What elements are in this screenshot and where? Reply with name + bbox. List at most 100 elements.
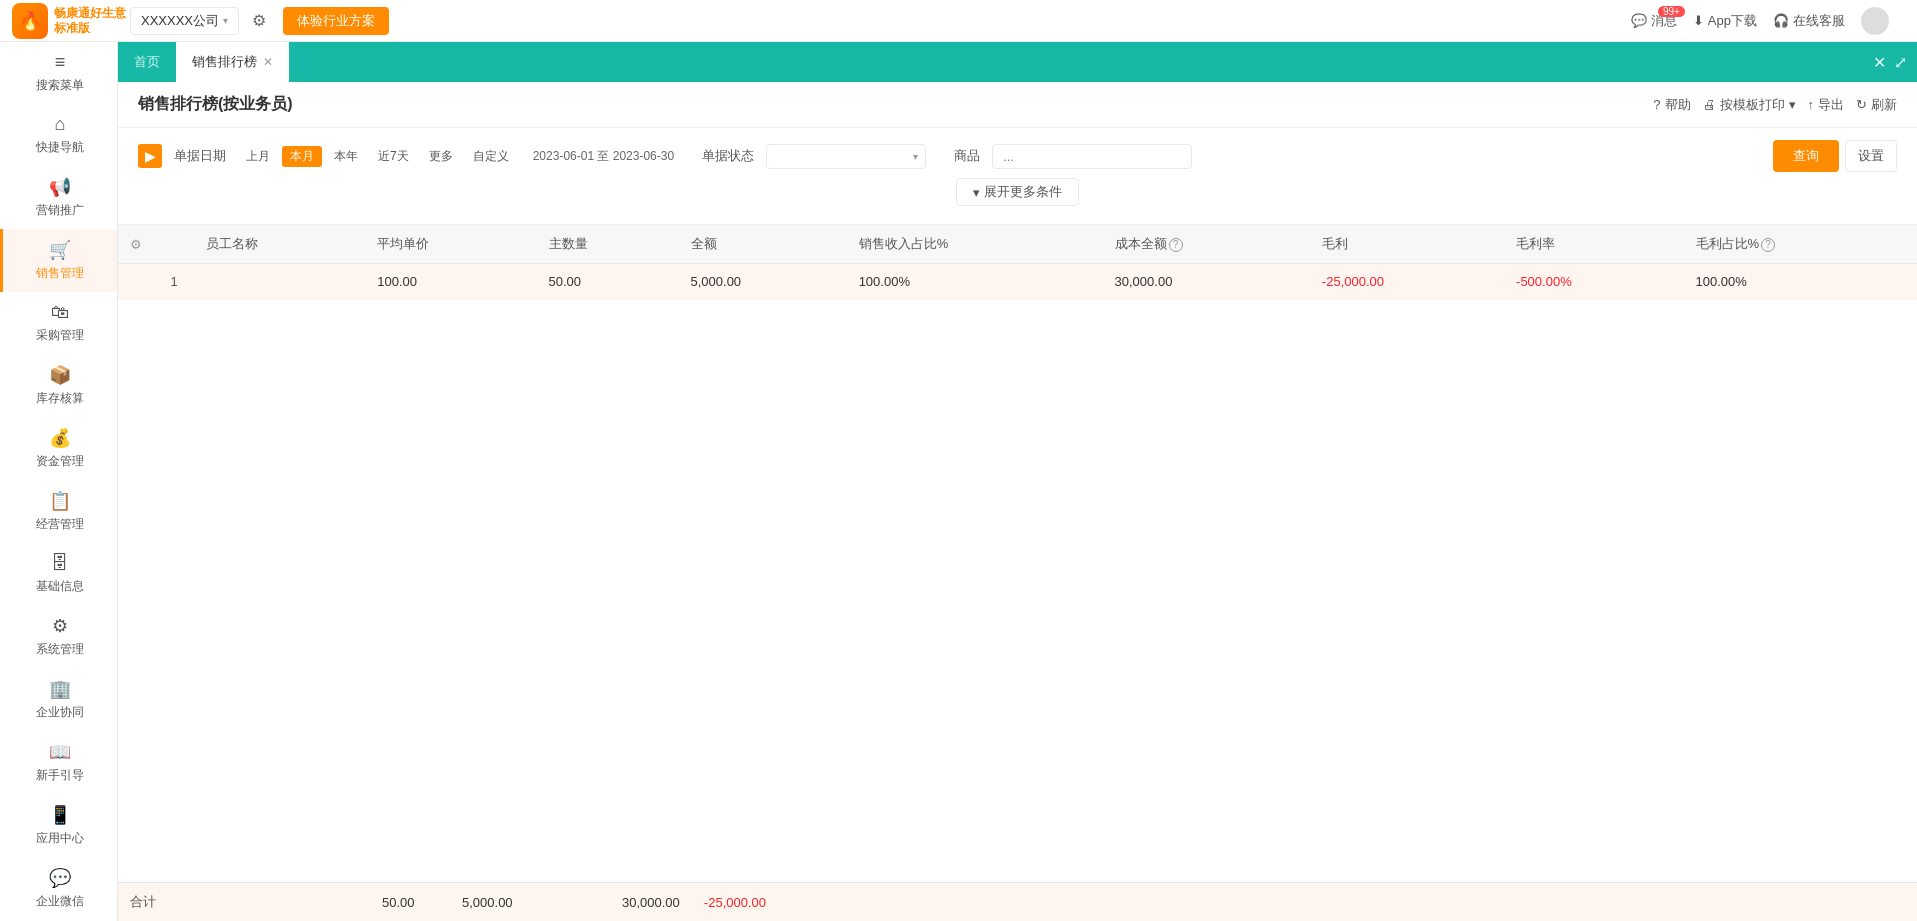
sidebar-item-system[interactable]: ⚙ 系统管理 <box>0 605 117 668</box>
tab-close-window-icon[interactable]: ✕ <box>1873 53 1886 72</box>
expand-more-button[interactable]: ▾ 展开更多条件 <box>956 178 1079 206</box>
avatar[interactable] <box>1861 7 1889 35</box>
logo: 🔥 畅康通好生意 标准版 <box>12 3 130 39</box>
date-tab-this-month[interactable]: 本月 <box>282 146 322 167</box>
date-tab-more[interactable]: 更多 <box>421 146 461 167</box>
th-profit-pct: 毛利占比%? <box>1684 225 1917 264</box>
message-badge: 99+ <box>1658 6 1685 17</box>
sales-icon: 🛒 <box>49 239 71 261</box>
date-tab-this-year[interactable]: 本年 <box>326 146 366 167</box>
date-tab-last-month[interactable]: 上月 <box>238 146 278 167</box>
logo-icon: 🔥 <box>12 3 48 39</box>
sidebar-item-label: 应用中心 <box>36 830 84 847</box>
refresh-button[interactable]: ↻ 刷新 <box>1856 96 1897 114</box>
settings-icon[interactable]: ⚙ <box>245 7 273 35</box>
wechat-icon: 💬 <box>49 867 71 889</box>
app-download-button[interactable]: ⬇ App下载 <box>1693 12 1757 30</box>
tab-sales-rank[interactable]: 销售排行榜 ✕ <box>176 42 289 82</box>
cost-info-icon[interactable]: ? <box>1169 238 1183 252</box>
sidebar-item-label: 销售管理 <box>36 265 84 282</box>
sidebar-item-search[interactable]: ≡ 搜索菜单 <box>0 42 117 104</box>
sidebar-item-operations[interactable]: 📋 经营管理 <box>0 480 117 543</box>
sidebar-item-inventory[interactable]: 📦 库存核算 <box>0 354 117 417</box>
export-button[interactable]: ↑ 导出 <box>1808 96 1845 114</box>
table-footer: 合计 50.00 5,000.00 30,000.00 -25,000.00 <box>118 882 1917 921</box>
date-tab-7-days[interactable]: 近7天 <box>370 146 417 167</box>
download-icon: ⬇ <box>1693 13 1704 28</box>
trial-button[interactable]: 体验行业方案 <box>283 7 389 35</box>
template-print-button[interactable]: 🖨 按模板打印 ▾ <box>1703 96 1796 114</box>
th-employee-name: 员工名称 <box>194 225 365 264</box>
sidebar-item-purchase[interactable]: 🛍 采购管理 <box>0 292 117 354</box>
date-tabs: 上月 本月 本年 近7天 更多 自定义 <box>238 146 517 167</box>
cell-settings <box>118 264 154 300</box>
cell-profit-rate: -500.00% <box>1504 264 1684 300</box>
table-header-row: ⚙ 员工名称 平均单价 主数量 全额 销售收入占比% 成本全额? 毛利 毛利率 … <box>118 225 1917 264</box>
content-area: 首页 销售排行榜 ✕ ✕ ⤢ 销售排行榜(按业务员) ? 帮助 <box>118 42 1917 921</box>
status-label: 单据状态 <box>702 147 754 165</box>
sidebar-item-quick-nav[interactable]: ⌂ 快捷导航 <box>0 104 117 166</box>
th-amount: 全额 <box>679 225 847 264</box>
headset-icon: 🎧 <box>1773 13 1789 28</box>
app-center-icon: 📱 <box>49 804 71 826</box>
th-cost: 成本全额? <box>1103 225 1310 264</box>
cell-profit-pct: 100.00% <box>1684 264 1917 300</box>
sidebar-item-guide[interactable]: 📖 新手引导 <box>0 731 117 794</box>
status-select-wrapper[interactable] <box>766 144 926 169</box>
filter-collapse-button[interactable]: ▶ <box>138 144 162 168</box>
company-selector[interactable]: XXXXXX公司 ▾ <box>130 7 239 35</box>
expand-more-row: ▾ 展开更多条件 <box>138 172 1897 212</box>
filter-row-1: ▶ 单据日期 上月 本月 本年 近7天 更多 自定义 2023-06-01 至 … <box>138 140 1897 172</box>
help-button[interactable]: ? 帮助 <box>1653 96 1690 114</box>
cell-employee-name <box>194 264 365 300</box>
finance-icon: 💰 <box>49 427 71 449</box>
footer-cells: 50.00 5,000.00 30,000.00 -25,000.00 <box>290 895 1905 910</box>
export-icon: ↑ <box>1808 97 1815 112</box>
search-button[interactable]: 查询 <box>1773 140 1839 172</box>
cell-amount: 5,000.00 <box>679 264 847 300</box>
online-service-button[interactable]: 🎧 在线客服 <box>1773 12 1845 30</box>
filter-bar: ▶ 单据日期 上月 本月 本年 近7天 更多 自定义 2023-06-01 至 … <box>118 128 1917 225</box>
help-icon: ? <box>1653 97 1660 112</box>
footer-amount: 5,000.00 <box>450 895 530 910</box>
goods-input[interactable] <box>992 144 1192 169</box>
profit-pct-info-icon[interactable]: ? <box>1761 238 1775 252</box>
table-container: ⚙ 员工名称 平均单价 主数量 全额 销售收入占比% 成本全额? 毛利 毛利率 … <box>118 225 1917 882</box>
tab-home[interactable]: 首页 <box>118 42 176 82</box>
page-content: 销售排行榜(按业务员) ? 帮助 🖨 按模板打印 ▾ ↑ 导出 <box>118 82 1917 921</box>
th-settings[interactable]: ⚙ <box>118 225 154 264</box>
sidebar-item-label: 营销推广 <box>36 202 84 219</box>
sidebar-item-label: 基础信息 <box>36 578 84 595</box>
system-icon: ⚙ <box>52 615 68 637</box>
tab-close-icon[interactable]: ✕ <box>263 55 273 69</box>
table-row: 1 100.00 50.00 5,000.00 100.00% 30,000.0… <box>118 264 1917 300</box>
th-sales-pct: 销售收入占比% <box>847 225 1103 264</box>
column-settings-icon[interactable]: ⚙ <box>130 237 142 252</box>
status-select[interactable] <box>766 144 926 169</box>
company-name: XXXXXX公司 <box>141 12 219 30</box>
tab-sales-rank-label: 销售排行榜 <box>192 53 257 71</box>
filter-settings-button[interactable]: 设置 <box>1845 140 1897 172</box>
sidebar-item-enterprise[interactable]: 🏢 企业协同 <box>0 668 117 731</box>
sidebar-item-label: 资金管理 <box>36 453 84 470</box>
sidebar-item-marketing[interactable]: 📢 营销推广 <box>0 166 117 229</box>
sidebar-item-finance[interactable]: 💰 资金管理 <box>0 417 117 480</box>
cell-profit: -25,000.00 <box>1310 264 1504 300</box>
sidebar-item-basic-info[interactable]: 🗄 基础信息 <box>0 543 117 605</box>
tab-maximize-icon[interactable]: ⤢ <box>1894 53 1907 72</box>
th-qty: 主数量 <box>537 225 679 264</box>
sidebar-item-wechat[interactable]: 💬 企业微信 <box>0 857 117 920</box>
page-title: 销售排行榜(按业务员) <box>138 94 293 115</box>
sidebar-item-label: 快捷导航 <box>36 139 84 156</box>
guide-icon: 📖 <box>49 741 71 763</box>
sidebar-item-label: 搜索菜单 <box>36 77 84 94</box>
sidebar-item-app-center[interactable]: 📱 应用中心 <box>0 794 117 857</box>
date-tab-custom[interactable]: 自定义 <box>465 146 517 167</box>
cell-avg-price: 100.00 <box>365 264 536 300</box>
topbar: 🔥 畅康通好生意 标准版 XXXXXX公司 ▾ ⚙ 体验行业方案 💬 消息 99… <box>0 0 1917 42</box>
cell-cost: 30,000.00 <box>1103 264 1310 300</box>
operations-icon: 📋 <box>49 490 71 512</box>
sidebar-item-sales[interactable]: 🛒 销售管理 <box>0 229 117 292</box>
message-button[interactable]: 💬 消息 99+ <box>1631 12 1677 30</box>
sidebar-item-label: 采购管理 <box>36 327 84 344</box>
